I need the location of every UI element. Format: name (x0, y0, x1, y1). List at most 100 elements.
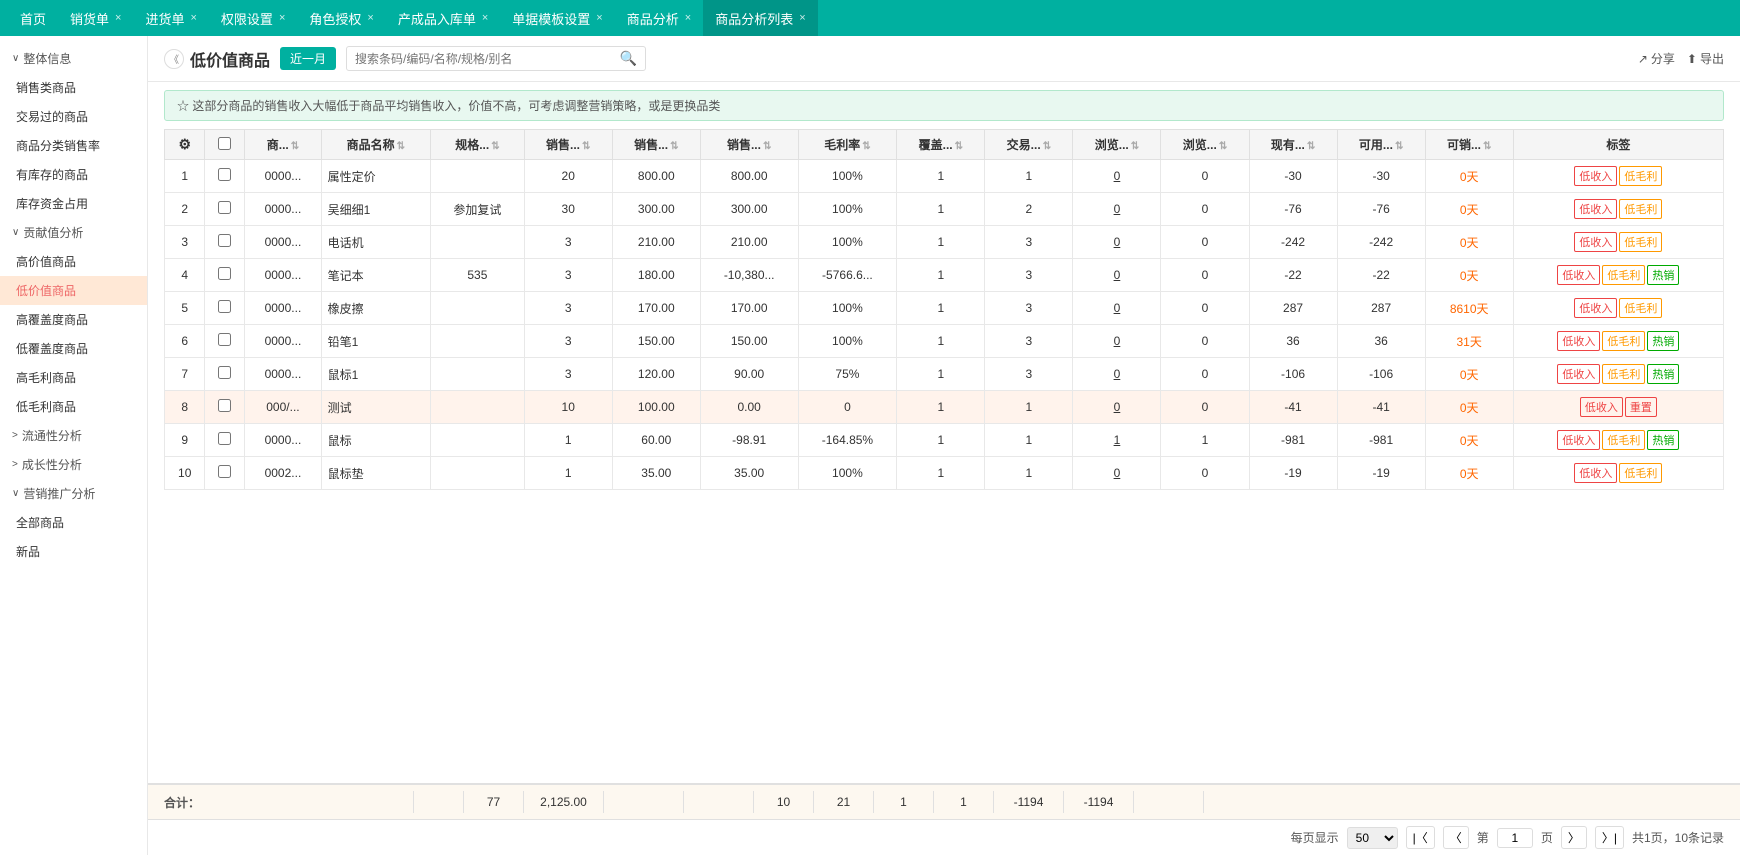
current-page-input[interactable]: 1 (1497, 828, 1533, 848)
row-checkbox[interactable] (205, 226, 245, 259)
nav-item-角色授权[interactable]: 角色授权× (297, 0, 385, 36)
export-button[interactable]: ⬆ 导出 (1687, 50, 1724, 67)
row-code: 0000... (245, 358, 321, 391)
sidebar-item-高价值商品[interactable]: 高价值商品 (0, 247, 147, 276)
col-header-checkbox (205, 130, 245, 160)
page-label: 第 (1477, 829, 1489, 846)
row-checkbox[interactable] (205, 292, 245, 325)
col-header-profit_rate[interactable]: 毛利率⇅ (798, 130, 897, 160)
col-header-name[interactable]: 商品名称⇅ (321, 130, 431, 160)
row-checkbox[interactable] (205, 391, 245, 424)
row-tags: 低收入低毛利 (1513, 226, 1723, 259)
footer-cell (1134, 791, 1204, 813)
row-browse1: 0 (1073, 292, 1161, 325)
sidebar-group-成长性分析[interactable]: >成长性分析 (0, 450, 147, 479)
sidebar-item-低价值商品[interactable]: 低价值商品 (0, 276, 147, 305)
row-select-checkbox[interactable] (218, 333, 231, 346)
close-icon[interactable]: × (799, 12, 805, 24)
close-icon[interactable]: × (482, 12, 488, 24)
sidebar-item-新品[interactable]: 新品 (0, 537, 147, 566)
row-select-checkbox[interactable] (218, 234, 231, 247)
row-checkbox[interactable] (205, 259, 245, 292)
nav-item-商品分析列表[interactable]: 商品分析列表× (703, 0, 817, 36)
sidebar-item-高覆盖度商品[interactable]: 高覆盖度商品 (0, 305, 147, 334)
row-select-checkbox[interactable] (218, 465, 231, 478)
col-header-current[interactable]: 现有...⇅ (1249, 130, 1337, 160)
per-page-select[interactable]: 50 100 200 (1347, 827, 1398, 849)
row-code: 0000... (245, 292, 321, 325)
row-profit-rate: 0 (798, 391, 897, 424)
sidebar-item-低毛利商品[interactable]: 低毛利商品 (0, 392, 147, 421)
row-select-checkbox[interactable] (218, 432, 231, 445)
search-input[interactable] (355, 52, 620, 66)
sidebar-group-整体信息[interactable]: ∨整体信息 (0, 44, 147, 73)
close-icon[interactable]: × (685, 12, 691, 24)
close-icon[interactable]: × (367, 12, 373, 24)
sidebar-item-低覆盖度商品[interactable]: 低覆盖度商品 (0, 334, 147, 363)
table-row: 50000...橡皮擦3170.00170.00100%130028728786… (165, 292, 1724, 325)
row-select-checkbox[interactable] (218, 201, 231, 214)
col-header-browse2[interactable]: 浏览...⇅ (1161, 130, 1249, 160)
row-num: 1 (165, 160, 205, 193)
close-icon[interactable]: × (190, 12, 196, 24)
sidebar-group-营销推广分析[interactable]: ∨营销推广分析 (0, 479, 147, 508)
nav-item-销货单[interactable]: 销货单× (58, 0, 133, 36)
close-icon[interactable]: × (279, 12, 285, 24)
sidebar-item-交易过的商品[interactable]: 交易过的商品 (0, 102, 147, 131)
row-select-checkbox[interactable] (218, 300, 231, 313)
col-header-trade[interactable]: 交易...⇅ (985, 130, 1073, 160)
sidebar-item-高毛利商品[interactable]: 高毛利商品 (0, 363, 147, 392)
last-page-button[interactable]: 〉| (1595, 826, 1624, 849)
row-checkbox[interactable] (205, 160, 245, 193)
sidebar-item-全部商品[interactable]: 全部商品 (0, 508, 147, 537)
nav-item-商品分析[interactable]: 商品分析× (615, 0, 703, 36)
row-sale3: 90.00 (700, 358, 798, 391)
col-header-browse1[interactable]: 浏览...⇅ (1073, 130, 1161, 160)
row-checkbox[interactable] (205, 358, 245, 391)
settings-icon[interactable]: ⚙ (178, 136, 191, 152)
sidebar-group-贡献值分析[interactable]: ∨贡献值分析 (0, 218, 147, 247)
col-header-code[interactable]: 商...⇅ (245, 130, 321, 160)
nav-item-进货单[interactable]: 进货单× (133, 0, 208, 36)
row-select-checkbox[interactable] (218, 399, 231, 412)
col-header-sale3[interactable]: 销售...⇅ (700, 130, 798, 160)
row-select-checkbox[interactable] (218, 366, 231, 379)
row-current: -242 (1249, 226, 1337, 259)
collapse-button[interactable]: 《 (164, 49, 184, 69)
col-header-sellable[interactable]: 可销...⇅ (1425, 130, 1513, 160)
row-checkbox[interactable] (205, 457, 245, 490)
sidebar-item-库存资金占用[interactable]: 库存资金占用 (0, 189, 147, 218)
arrow-icon: ∨ (12, 227, 19, 238)
sidebar-group-流通性分析[interactable]: >流通性分析 (0, 421, 147, 450)
col-header-sale1[interactable]: 销售...⇅ (524, 130, 612, 160)
col-header-spec[interactable]: 规格...⇅ (431, 130, 525, 160)
select-all-checkbox[interactable] (218, 137, 231, 150)
row-select-checkbox[interactable] (218, 168, 231, 181)
sidebar-item-销售类商品[interactable]: 销售类商品 (0, 73, 147, 102)
col-header-sale2[interactable]: 销售...⇅ (612, 130, 700, 160)
close-icon[interactable]: × (115, 12, 121, 24)
table-wrapper[interactable]: ⚙商...⇅商品名称⇅规格...⇅销售...⇅销售...⇅销售...⇅毛利率⇅覆… (148, 129, 1740, 783)
row-checkbox[interactable] (205, 193, 245, 226)
close-icon[interactable]: × (596, 12, 602, 24)
first-page-button[interactable]: |〈 (1406, 826, 1435, 849)
sidebar-item-商品分类销售率[interactable]: 商品分类销售率 (0, 131, 147, 160)
notice-bar: ☆ 这部分商品的销售收入大幅低于商品平均销售收入，价值不高，可考虑调整营销策略，… (164, 90, 1724, 121)
row-checkbox[interactable] (205, 325, 245, 358)
share-button[interactable]: ↗ 分享 (1638, 50, 1675, 67)
sidebar-item-有库存的商品[interactable]: 有库存的商品 (0, 160, 147, 189)
nav-item-单据模板设置[interactable]: 单据模板设置× (500, 0, 614, 36)
tag: 低收入 (1574, 463, 1617, 483)
date-filter-button[interactable]: 近一月 (280, 47, 336, 70)
nav-item-首页[interactable]: 首页 (8, 0, 58, 36)
row-checkbox[interactable] (205, 424, 245, 457)
search-icon[interactable]: 🔍 (620, 50, 637, 67)
row-sale2: 180.00 (612, 259, 700, 292)
next-page-button[interactable]: 〉 (1561, 826, 1587, 849)
nav-item-权限设置[interactable]: 权限设置× (209, 0, 297, 36)
col-header-coverage[interactable]: 覆盖...⇅ (897, 130, 985, 160)
prev-page-button[interactable]: 〈 (1443, 826, 1469, 849)
col-header-available[interactable]: 可用...⇅ (1337, 130, 1425, 160)
nav-item-产成品入库单[interactable]: 产成品入库单× (386, 0, 500, 36)
row-select-checkbox[interactable] (218, 267, 231, 280)
